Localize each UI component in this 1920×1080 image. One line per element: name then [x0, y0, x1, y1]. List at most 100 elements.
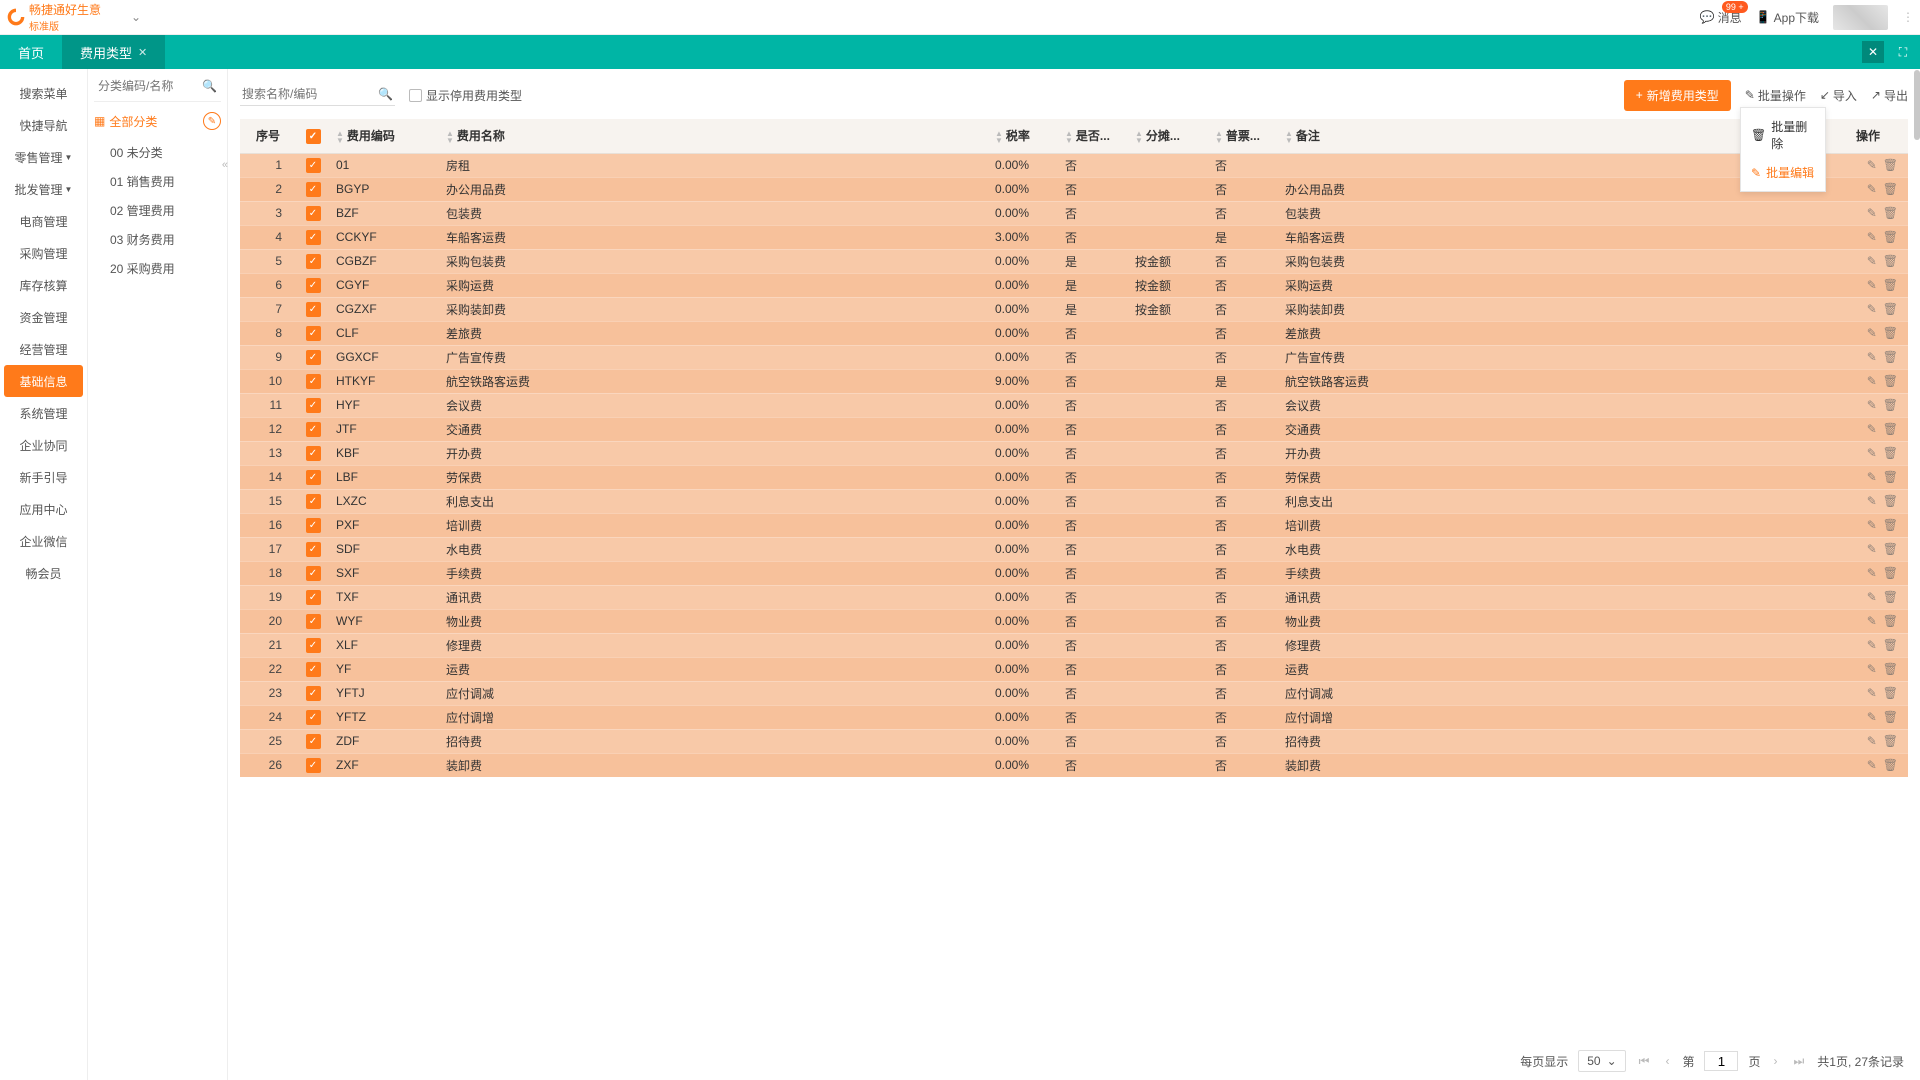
edit-row-button[interactable]: ✎ [1867, 638, 1877, 652]
table-row[interactable]: 9✓GGXCF广告宣传费0.00%否否广告宣传费✎🗑 [240, 345, 1908, 369]
edit-row-button[interactable]: ✎ [1867, 302, 1877, 316]
delete-row-button[interactable]: 🗑 [1883, 662, 1898, 676]
nav-item-0[interactable]: 搜索菜单 [0, 77, 87, 109]
table-row[interactable]: 22✓YF运费0.00%否否运费✎🗑 [240, 657, 1908, 681]
batch-operate-button[interactable]: ✎ 批量操作 [1745, 87, 1806, 104]
category-search-input[interactable] [98, 79, 188, 93]
delete-row-button[interactable]: 🗑 [1883, 566, 1898, 580]
cell-checkbox[interactable]: ✓ [296, 561, 330, 585]
table-row[interactable]: 18✓SXF手续费0.00%否否手续费✎🗑 [240, 561, 1908, 585]
edit-row-button[interactable]: ✎ [1867, 470, 1877, 484]
nav-item-4[interactable]: 电商管理 [0, 205, 87, 237]
cell-checkbox[interactable]: ✓ [296, 681, 330, 705]
page-input[interactable] [1704, 1051, 1738, 1071]
cell-checkbox[interactable]: ✓ [296, 345, 330, 369]
delete-row-button[interactable]: 🗑 [1883, 302, 1898, 316]
cell-checkbox[interactable]: ✓ [296, 225, 330, 249]
nav-item-6[interactable]: 库存核算 [0, 269, 87, 301]
edit-categories-button[interactable]: ✎ [203, 112, 221, 130]
delete-row-button[interactable]: 🗑 [1883, 254, 1898, 268]
edit-row-button[interactable]: ✎ [1867, 686, 1877, 700]
edit-row-button[interactable]: ✎ [1867, 710, 1877, 724]
next-page-button[interactable]: › [1770, 1054, 1780, 1068]
edit-row-button[interactable]: ✎ [1867, 662, 1877, 676]
cell-checkbox[interactable]: ✓ [296, 369, 330, 393]
prev-page-button[interactable]: ‹ [1662, 1054, 1672, 1068]
cell-checkbox[interactable]: ✓ [296, 297, 330, 321]
table-row[interactable]: 4✓CCKYF车船客运费3.00%否是车船客运费✎🗑 [240, 225, 1908, 249]
table-row[interactable]: 2✓BGYP办公用品费0.00%否否办公用品费✎🗑 [240, 177, 1908, 201]
table-row[interactable]: 5✓CGBZF采购包装费0.00%是按金额否采购包装费✎🗑 [240, 249, 1908, 273]
cell-checkbox[interactable]: ✓ [296, 153, 330, 177]
table-row[interactable]: 3✓BZF包装费0.00%否否包装费✎🗑 [240, 201, 1908, 225]
nav-item-1[interactable]: 快捷导航 [0, 109, 87, 141]
cell-checkbox[interactable]: ✓ [296, 729, 330, 753]
table-row[interactable]: 17✓SDF水电费0.00%否否水电费✎🗑 [240, 537, 1908, 561]
col-header-5[interactable]: ▲▼是否... [1059, 119, 1129, 153]
export-button[interactable]: ↗ 导出 [1871, 87, 1908, 104]
table-row[interactable]: 1✓01房租0.00%否否✎🗑 [240, 153, 1908, 177]
batch-edit-item[interactable]: ✎ 批量编辑 [1741, 158, 1825, 187]
col-header-2[interactable]: ▲▼费用编码 [330, 119, 440, 153]
import-button[interactable]: ↙ 导入 [1820, 87, 1857, 104]
tab-expense-type[interactable]: 费用类型 ✕ [62, 35, 165, 69]
tree-item-3[interactable]: 03 财务费用 [94, 225, 221, 254]
edit-row-button[interactable]: ✎ [1867, 422, 1877, 436]
table-row[interactable]: 19✓TXF通讯费0.00%否否通讯费✎🗑 [240, 585, 1908, 609]
edit-row-button[interactable]: ✎ [1867, 278, 1877, 292]
messages-button[interactable]: 💬 消息 99 + [1700, 9, 1742, 26]
cell-checkbox[interactable]: ✓ [296, 321, 330, 345]
delete-row-button[interactable]: 🗑 [1883, 374, 1898, 388]
table-row[interactable]: 16✓PXF培训费0.00%否否培训费✎🗑 [240, 513, 1908, 537]
cell-checkbox[interactable]: ✓ [296, 513, 330, 537]
cell-checkbox[interactable]: ✓ [296, 537, 330, 561]
tree-item-4[interactable]: 20 采购费用 [94, 254, 221, 283]
table-row[interactable]: 25✓ZDF招待费0.00%否否招待费✎🗑 [240, 729, 1908, 753]
tab-home[interactable]: 首页 [0, 35, 62, 69]
nav-item-13[interactable]: 应用中心 [0, 493, 87, 525]
delete-row-button[interactable]: 🗑 [1883, 686, 1898, 700]
search-icon[interactable]: 🔍 [202, 79, 217, 93]
cell-checkbox[interactable]: ✓ [296, 609, 330, 633]
col-header-0[interactable]: 序号 [240, 119, 296, 153]
cell-checkbox[interactable]: ✓ [296, 753, 330, 777]
edit-row-button[interactable]: ✎ [1867, 542, 1877, 556]
cell-checkbox[interactable]: ✓ [296, 585, 330, 609]
all-categories-link[interactable]: 全部分类 [109, 113, 157, 130]
edit-row-button[interactable]: ✎ [1867, 326, 1877, 340]
cell-checkbox[interactable]: ✓ [296, 177, 330, 201]
batch-delete-item[interactable]: 🗑 批量删除 [1741, 112, 1825, 158]
cell-checkbox[interactable]: ✓ [296, 489, 330, 513]
table-row[interactable]: 11✓HYF会议费0.00%否否会议费✎🗑 [240, 393, 1908, 417]
edit-row-button[interactable]: ✎ [1867, 230, 1877, 244]
col-header-6[interactable]: ▲▼分摊... [1129, 119, 1209, 153]
delete-row-button[interactable]: 🗑 [1883, 446, 1898, 460]
delete-row-button[interactable]: 🗑 [1883, 614, 1898, 628]
fullscreen-button[interactable]: ⛶ [1892, 41, 1914, 63]
nav-item-14[interactable]: 企业微信 [0, 525, 87, 557]
edit-row-button[interactable]: ✎ [1867, 182, 1877, 196]
nav-item-5[interactable]: 采购管理 [0, 237, 87, 269]
close-panel-button[interactable]: ✕ [1862, 41, 1884, 63]
tree-item-0[interactable]: 00 未分类 [94, 138, 221, 167]
edit-row-button[interactable]: ✎ [1867, 758, 1877, 772]
edit-row-button[interactable]: ✎ [1867, 158, 1877, 172]
edit-row-button[interactable]: ✎ [1867, 374, 1877, 388]
table-row[interactable]: 10✓HTKYF航空铁路客运费9.00%否是航空铁路客运费✎🗑 [240, 369, 1908, 393]
delete-row-button[interactable]: 🗑 [1883, 398, 1898, 412]
tree-item-2[interactable]: 02 管理费用 [94, 196, 221, 225]
tree-item-1[interactable]: 01 销售费用 [94, 167, 221, 196]
table-row[interactable]: 26✓ZXF装卸费0.00%否否装卸费✎🗑 [240, 753, 1908, 777]
nav-item-15[interactable]: 畅会员 [0, 557, 87, 589]
cell-checkbox[interactable]: ✓ [296, 201, 330, 225]
col-header-9[interactable]: 操作 [1828, 119, 1908, 153]
table-row[interactable]: 24✓YFTZ应付调增0.00%否否应付调增✎🗑 [240, 705, 1908, 729]
delete-row-button[interactable]: 🗑 [1883, 158, 1898, 172]
col-header-1[interactable]: ✓ [296, 119, 330, 153]
col-header-7[interactable]: ▲▼普票... [1209, 119, 1279, 153]
first-page-button[interactable]: ⏮ [1636, 1054, 1653, 1069]
edit-row-button[interactable]: ✎ [1867, 566, 1877, 580]
cell-checkbox[interactable]: ✓ [296, 393, 330, 417]
edit-row-button[interactable]: ✎ [1867, 254, 1877, 268]
cell-checkbox[interactable]: ✓ [296, 657, 330, 681]
